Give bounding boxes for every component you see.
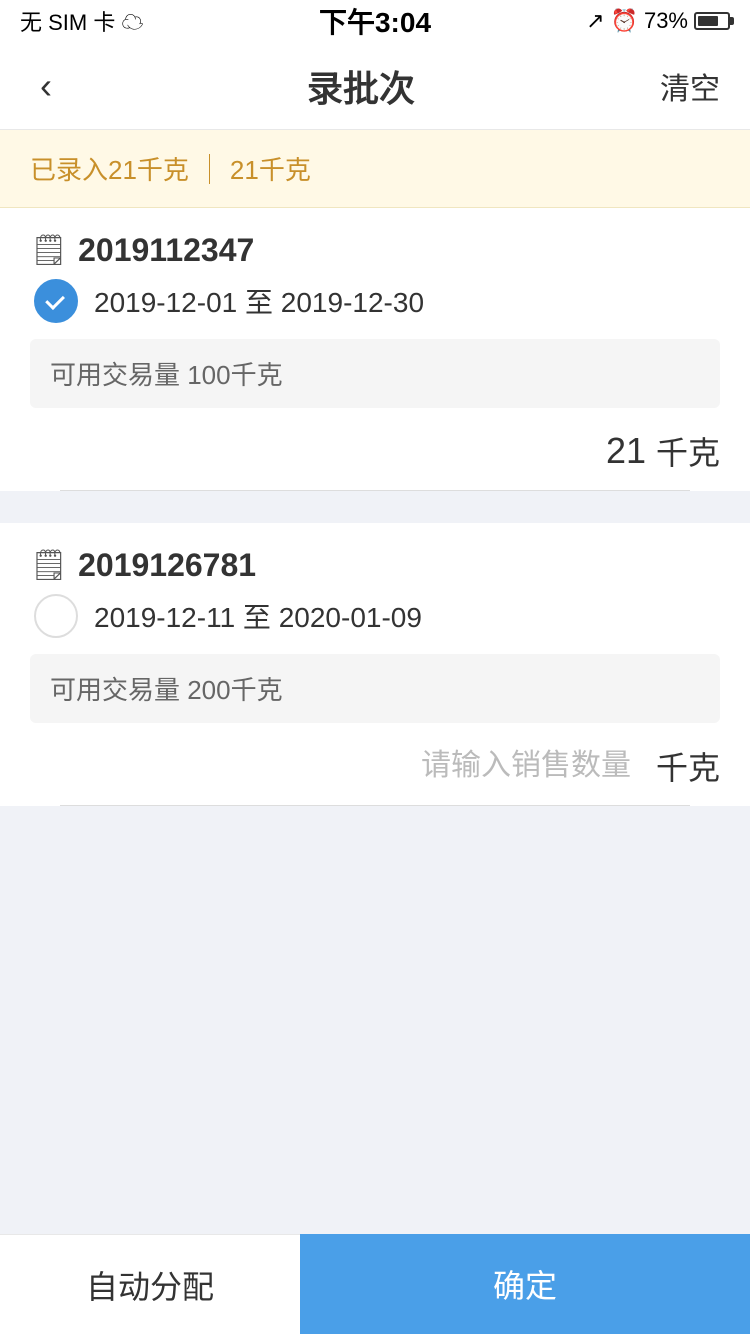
confirm-button[interactable]: 确定 bbox=[300, 1234, 750, 1334]
batch-2-id: 2019126781 bbox=[78, 547, 256, 584]
empty-area bbox=[0, 822, 750, 1222]
batch-1-header: 🗒 2019112347 bbox=[30, 232, 720, 269]
alarm-icon: ⏰ bbox=[611, 8, 638, 34]
batch-2-available: 可用交易量 200千克 bbox=[30, 654, 720, 723]
batch-2-header: 🗒 2019126781 bbox=[30, 547, 720, 584]
batch-1-date: 2019-12-01 至 2019-12-30 bbox=[94, 281, 424, 321]
info-banner: 已录入21千克 21千克 bbox=[0, 130, 750, 208]
batch-2-row[interactable]: 2019-12-11 至 2020-01-09 bbox=[30, 594, 720, 638]
batch-2-date: 2019-12-11 至 2020-01-09 bbox=[94, 596, 422, 636]
recorded-amount: 已录入21千克 bbox=[30, 150, 189, 187]
batch-1-radio[interactable] bbox=[34, 279, 78, 323]
batch-item-1: 🗒 2019112347 2019-12-01 至 2019-12-30 可用交… bbox=[0, 208, 750, 408]
page-title: 录批次 bbox=[307, 60, 415, 112]
status-left: 无 SIM 卡 ☁ bbox=[20, 5, 143, 37]
total-amount: 21千克 bbox=[230, 150, 311, 187]
batch-section-1: 🗒 2019112347 2019-12-01 至 2019-12-30 可用交… bbox=[0, 208, 750, 491]
auto-distribute-button[interactable]: 自动分配 bbox=[0, 1234, 300, 1334]
batch-2-qty-unit: 千克 bbox=[656, 743, 720, 789]
batch-section-2: 🗒 2019126781 2019-12-11 至 2020-01-09 可用交… bbox=[0, 523, 750, 806]
qty-input-field[interactable] bbox=[30, 749, 646, 783]
nav-bar: ‹ 录批次 清空 bbox=[0, 42, 750, 130]
batch-2-divider bbox=[60, 805, 690, 806]
location-icon: ↗ bbox=[586, 8, 604, 34]
batch-1-icon: 🗒 bbox=[30, 233, 68, 268]
no-sim-text: 无 SIM 卡 ☁ bbox=[20, 5, 143, 37]
batch-2-radio[interactable] bbox=[34, 594, 78, 638]
section-divider bbox=[0, 507, 750, 523]
batch-1-qty-value: 21 bbox=[606, 430, 646, 472]
batch-1-qty-row: 21 千克 bbox=[0, 408, 750, 474]
battery-icon bbox=[694, 12, 730, 30]
batch-1-id: 2019112347 bbox=[78, 232, 254, 269]
bottom-bar: 自动分配 确定 bbox=[0, 1234, 750, 1334]
batch-item-2: 🗒 2019126781 2019-12-11 至 2020-01-09 可用交… bbox=[0, 523, 750, 723]
status-bar: 无 SIM 卡 ☁ 下午3:04 ↗ ⏰ 73% bbox=[0, 0, 750, 42]
batch-1-qty-unit: 千克 bbox=[656, 428, 720, 474]
batch-1-divider bbox=[60, 490, 690, 491]
batch-1-available: 可用交易量 100千克 bbox=[30, 339, 720, 408]
batch-2-input-row: 千克 bbox=[0, 723, 750, 789]
battery-percent: 73% bbox=[644, 8, 688, 34]
status-right: ↗ ⏰ 73% bbox=[586, 8, 730, 34]
batch-2-icon: 🗒 bbox=[30, 548, 68, 583]
battery-fill bbox=[698, 16, 718, 26]
banner-divider bbox=[209, 154, 210, 184]
status-time: 下午3:04 bbox=[319, 1, 431, 41]
batch-1-row[interactable]: 2019-12-01 至 2019-12-30 bbox=[30, 279, 720, 323]
back-button[interactable]: ‹ bbox=[30, 55, 62, 117]
clear-button[interactable]: 清空 bbox=[660, 64, 720, 108]
